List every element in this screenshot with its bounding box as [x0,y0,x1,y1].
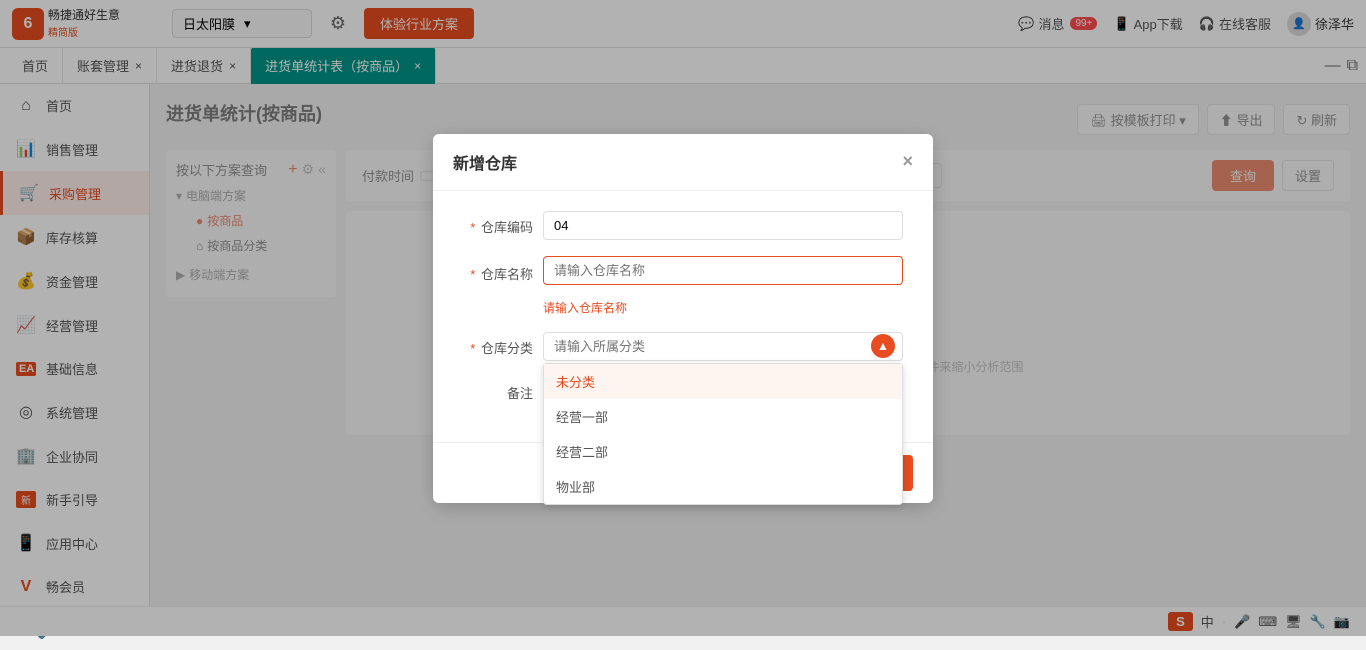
dialog-title: 新增仓库 [453,150,517,174]
note-label: 备注 [463,377,533,402]
dialog-overlay: 新增仓库 × * 仓库编码 * 仓库名称 [0,0,1366,636]
form-row-category: * 仓库分类 ▲ 未分类 经营一部 经营二部 物业部 [463,332,903,361]
category-label: * 仓库分类 [463,332,533,357]
category-option-uncategorized[interactable]: 未分类 [544,364,902,399]
dialog-close-icon[interactable]: × [902,151,913,172]
category-option-property[interactable]: 物业部 [544,469,902,504]
code-input[interactable] [543,211,903,240]
dialog-body: * 仓库编码 * 仓库名称 请输入仓库名称 * [433,191,933,442]
form-row-name: * 仓库名称 请输入仓库名称 [463,256,903,316]
dialog-header: 新增仓库 × [433,134,933,191]
name-error-msg: 请输入仓库名称 [543,299,627,316]
category-input[interactable] [543,332,903,361]
category-dropdown-arrow[interactable]: ▲ [871,334,895,358]
name-label: * 仓库名称 [463,258,533,283]
code-label: * 仓库编码 [463,211,533,236]
category-option-dept2[interactable]: 经营二部 [544,434,902,469]
category-dropdown: ▲ 未分类 经营一部 经营二部 物业部 [543,332,903,361]
category-dropdown-menu: 未分类 经营一部 经营二部 物业部 [543,363,903,505]
category-option-dept1[interactable]: 经营一部 [544,399,902,434]
name-input[interactable] [543,256,903,285]
new-warehouse-dialog: 新增仓库 × * 仓库编码 * 仓库名称 [433,134,933,503]
form-row-code: * 仓库编码 [463,211,903,240]
